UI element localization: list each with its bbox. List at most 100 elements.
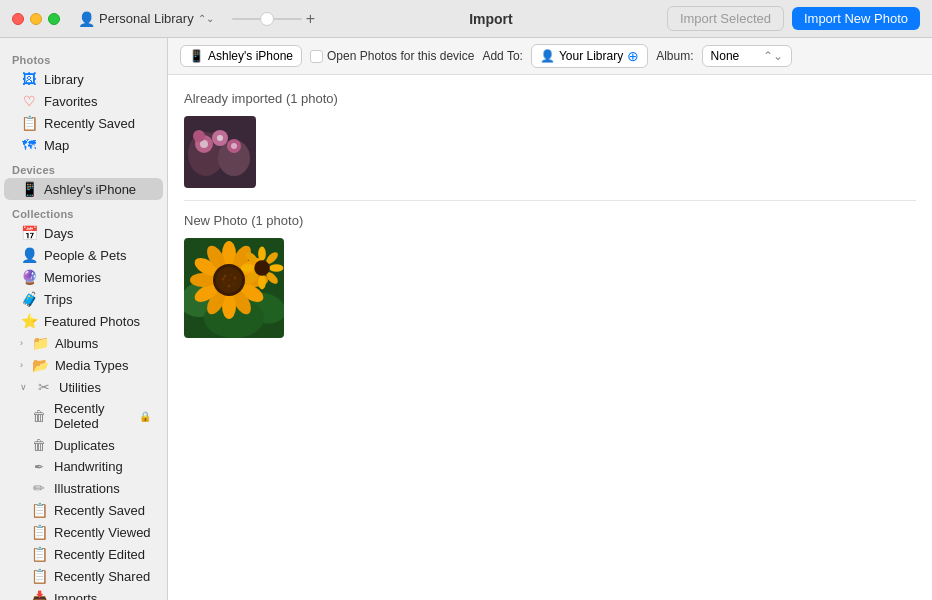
sidebar-item-recently-shared-label: Recently Shared <box>54 569 150 584</box>
open-photos-checkbox[interactable] <box>310 50 323 63</box>
sidebar: Photos 🖼 Library ♡ Favorites 📋 Recently … <box>0 38 168 600</box>
device-tab-label: Ashley's iPhone <box>208 49 293 63</box>
already-imported-photo[interactable] <box>184 116 256 188</box>
sidebar-section-devices: Devices <box>0 156 167 178</box>
sidebar-item-albums-label: Albums <box>55 336 98 351</box>
device-tab[interactable]: 📱 Ashley's iPhone <box>180 45 302 67</box>
open-photos-button[interactable]: Open Photos for this device <box>310 49 474 63</box>
svg-point-33 <box>228 285 231 288</box>
svg-point-36 <box>228 279 231 282</box>
maximize-button[interactable] <box>48 13 60 25</box>
utilities-icon: ✂ <box>35 379 53 395</box>
sidebar-item-media-types[interactable]: › 📂 Media Types <box>4 354 163 376</box>
sidebar-item-map-label: Map <box>44 138 69 153</box>
sidebar-item-illustrations[interactable]: ✏ Illustrations <box>4 477 163 499</box>
zoom-thumb[interactable] <box>260 12 274 26</box>
featured-photos-icon: ⭐ <box>20 313 38 329</box>
svg-point-31 <box>234 277 237 280</box>
sidebar-item-favorites-label: Favorites <box>44 94 97 109</box>
sidebar-item-featured-photos[interactable]: ⭐ Featured Photos <box>4 310 163 332</box>
sidebar-item-recently-deleted[interactable]: 🗑 Recently Deleted 🔒 <box>4 398 163 434</box>
sidebar-item-recently-saved-util[interactable]: 📋 Recently Saved <box>4 499 163 521</box>
album-dropdown[interactable]: None ⌃⌄ <box>702 45 792 67</box>
sidebar-item-media-types-label: Media Types <box>55 358 128 373</box>
already-imported-title: Already imported (1 photo) <box>184 91 916 106</box>
sidebar-item-recently-viewed[interactable]: 📋 Recently Viewed <box>4 521 163 543</box>
sidebar-item-iphone-label: Ashley's iPhone <box>44 182 136 197</box>
import-toolbar: 📱 Ashley's iPhone Open Photos for this d… <box>168 38 932 75</box>
new-photo-title: New Photo (1 photo) <box>184 213 916 228</box>
photo-area: Already imported (1 photo) <box>168 75 932 600</box>
person-icon: 👤 <box>78 11 95 27</box>
favorites-icon: ♡ <box>20 93 38 109</box>
sidebar-item-days[interactable]: 📅 Days <box>4 222 163 244</box>
media-types-chevron-icon: › <box>20 360 23 370</box>
sidebar-item-imports-label: Imports <box>54 591 97 601</box>
sidebar-item-duplicates[interactable]: 🗑 Duplicates <box>4 434 163 456</box>
album-dropdown-value: None <box>711 49 740 63</box>
sidebar-item-map[interactable]: 🗺 Map <box>4 134 163 156</box>
svg-point-45 <box>254 260 269 275</box>
personal-library-button[interactable]: 👤 Personal Library ⌃⌄ <box>72 9 220 29</box>
map-icon: 🗺 <box>20 137 38 153</box>
open-photos-label: Open Photos for this device <box>327 49 474 63</box>
zoom-slider[interactable] <box>232 18 302 20</box>
sidebar-item-handwriting[interactable]: ✒ Handwriting <box>4 456 163 477</box>
imports-icon: 📥 <box>30 590 48 600</box>
library-icon: 🖼 <box>20 71 38 87</box>
sidebar-item-utilities-label: Utilities <box>59 380 101 395</box>
new-photo[interactable] <box>184 238 284 338</box>
import-selected-button[interactable]: Import Selected <box>667 6 784 31</box>
new-photo-svg <box>184 238 284 338</box>
titlebar: 👤 Personal Library ⌃⌄ + Import Import Se… <box>0 0 932 38</box>
svg-point-37 <box>258 247 266 261</box>
recently-edited-icon: 📋 <box>30 546 48 562</box>
chevron-updown-icon: ⌃⌄ <box>198 13 214 24</box>
library-person-icon: 👤 <box>540 49 555 63</box>
zoom-plus-icon[interactable]: + <box>306 11 315 27</box>
close-button[interactable] <box>12 13 24 25</box>
sidebar-item-people-pets[interactable]: 👤 People & Pets <box>4 244 163 266</box>
minimize-button[interactable] <box>30 13 42 25</box>
utilities-chevron-icon: ∨ <box>20 382 27 392</box>
sidebar-item-utilities[interactable]: ∨ ✂ Utilities <box>4 376 163 398</box>
sidebar-item-trips[interactable]: 🧳 Trips <box>4 288 163 310</box>
sidebar-item-recently-saved-label: Recently Saved <box>44 116 135 131</box>
svg-rect-10 <box>184 116 256 188</box>
iphone-icon: 📱 <box>20 181 38 197</box>
svg-point-35 <box>222 278 225 281</box>
sidebar-item-recently-saved[interactable]: 📋 Recently Saved <box>4 112 163 134</box>
sidebar-item-recently-deleted-label: Recently Deleted <box>54 401 133 431</box>
main-container: Photos 🖼 Library ♡ Favorites 📋 Recently … <box>0 38 932 600</box>
sidebar-item-library[interactable]: 🖼 Library <box>4 68 163 90</box>
library-dropdown[interactable]: 👤 Your Library ⊕ <box>531 44 648 68</box>
sidebar-item-duplicates-label: Duplicates <box>54 438 115 453</box>
sidebar-item-featured-label: Featured Photos <box>44 314 140 329</box>
content-area: 📱 Ashley's iPhone Open Photos for this d… <box>168 38 932 600</box>
library-dropdown-arrow-icon: ⊕ <box>627 48 639 64</box>
sidebar-item-recently-edited-label: Recently Edited <box>54 547 145 562</box>
duplicates-icon: 🗑 <box>30 437 48 453</box>
sidebar-item-library-label: Library <box>44 72 84 87</box>
sidebar-item-iphone[interactable]: 📱 Ashley's iPhone <box>4 178 163 200</box>
sidebar-item-imports[interactable]: 📥 Imports <box>4 587 163 600</box>
sidebar-item-recently-edited[interactable]: 📋 Recently Edited <box>4 543 163 565</box>
album-label: Album: <box>656 49 693 63</box>
sidebar-section-photos: Photos <box>0 46 167 68</box>
sidebar-item-recently-shared[interactable]: 📋 Recently Shared <box>4 565 163 587</box>
svg-point-39 <box>269 264 283 272</box>
sidebar-item-favorites[interactable]: ♡ Favorites <box>4 90 163 112</box>
recently-saved-util-icon: 📋 <box>30 502 48 518</box>
sidebar-item-albums[interactable]: › 📁 Albums <box>4 332 163 354</box>
recently-viewed-icon: 📋 <box>30 524 48 540</box>
people-pets-icon: 👤 <box>20 247 38 263</box>
recently-saved-icon: 📋 <box>20 115 38 131</box>
sidebar-item-memories-label: Memories <box>44 270 101 285</box>
library-dropdown-label: Your Library <box>559 49 623 63</box>
zoom-controls: + <box>232 11 315 27</box>
sidebar-item-memories[interactable]: 🔮 Memories <box>4 266 163 288</box>
sidebar-item-illustrations-label: Illustrations <box>54 481 120 496</box>
import-new-button[interactable]: Import New Photo <box>792 7 920 30</box>
albums-chevron-icon: › <box>20 338 23 348</box>
lock-icon: 🔒 <box>139 411 151 422</box>
